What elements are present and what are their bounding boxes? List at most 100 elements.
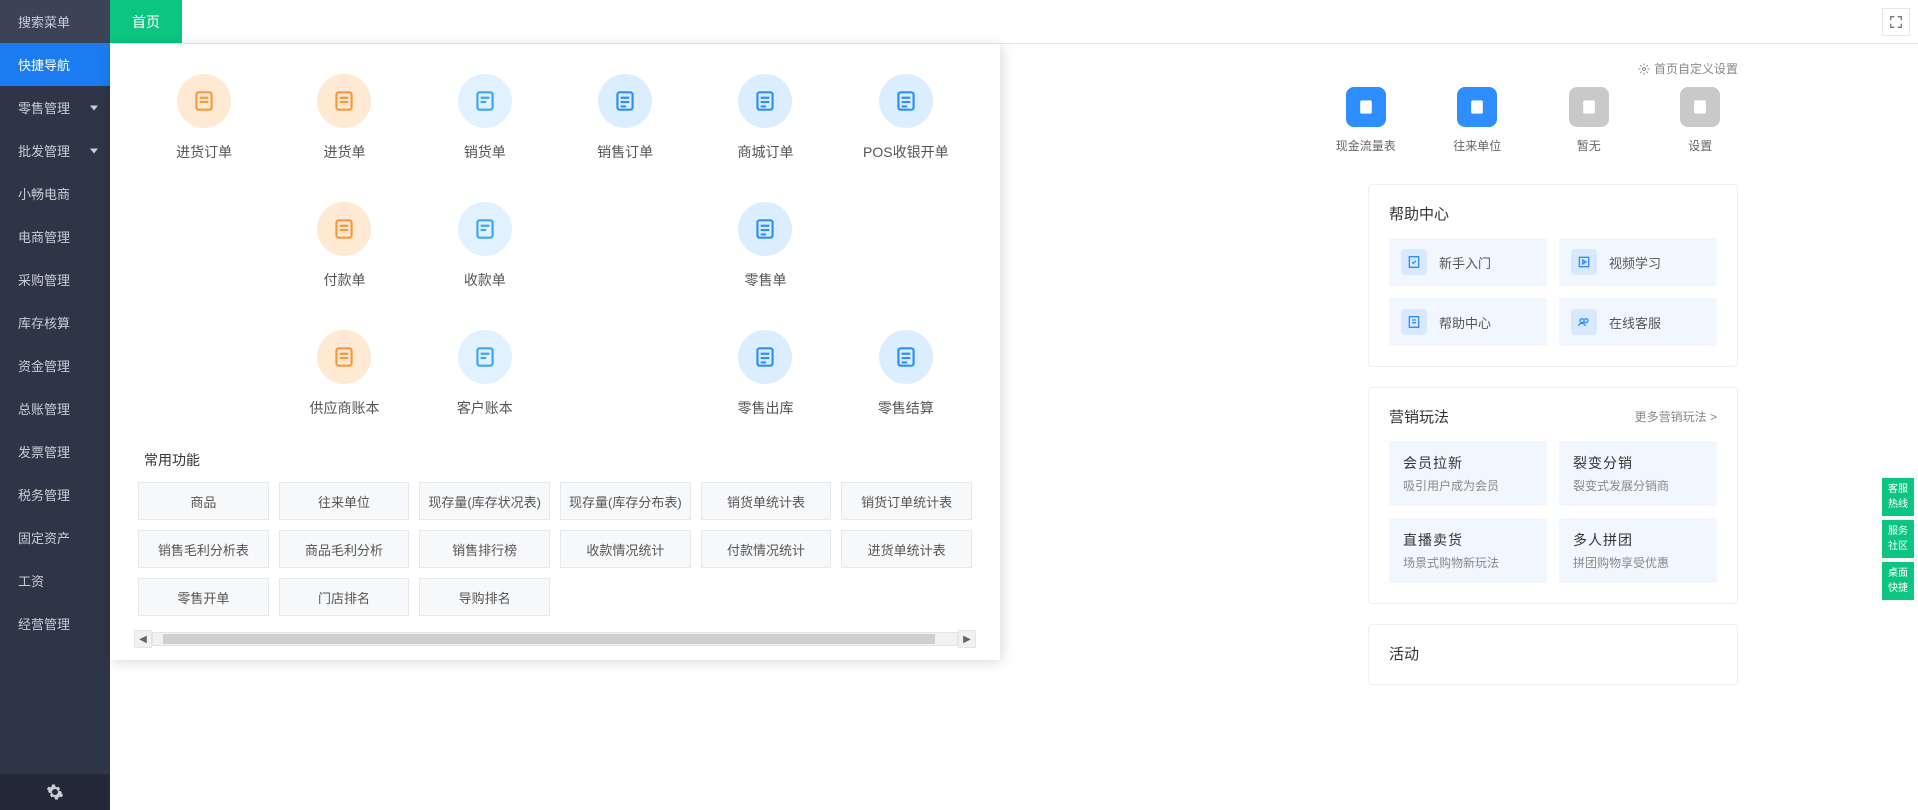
shortcut-设置[interactable]: 设置 — [1663, 87, 1739, 154]
promo-会员拉新[interactable]: 会员拉新吸引用户成为会员 — [1389, 441, 1547, 506]
document-icon — [738, 74, 792, 128]
side-float-客服热线[interactable]: 客服热线 — [1882, 478, 1914, 516]
sidebar-item-13[interactable]: 工资 — [0, 559, 110, 602]
sidebar-settings-button[interactable] — [0, 774, 110, 810]
promo-title: 营销玩法 更多营销玩法 — [1389, 406, 1717, 427]
flow-付款单[interactable]: 付款单 — [284, 202, 404, 290]
sidebar-item-0[interactable]: 搜索菜单 — [0, 0, 110, 43]
flow-销售订单[interactable]: 销售订单 — [565, 74, 685, 162]
fn-往来单位[interactable]: 往来单位 — [279, 482, 410, 520]
help-icon — [1571, 309, 1597, 335]
flow-label: 销货单 — [464, 142, 506, 162]
document-icon — [317, 74, 371, 128]
scroll-track[interactable] — [152, 632, 958, 646]
shortcut-icon — [1569, 87, 1609, 127]
sidebar-item-7[interactable]: 库存核算 — [0, 301, 110, 344]
homepage-config-label: 首页自定义设置 — [1654, 60, 1738, 77]
promo-item-title: 多人拼团 — [1573, 530, 1703, 550]
horizontal-scrollbar[interactable]: ◀ ▶ — [134, 630, 976, 648]
document-icon — [879, 330, 933, 384]
shortcut-现金流量表[interactable]: 现金流量表 — [1328, 87, 1404, 154]
fullscreen-icon — [1889, 15, 1903, 29]
sidebar-item-5[interactable]: 电商管理 — [0, 215, 110, 258]
scroll-thumb[interactable] — [163, 634, 935, 644]
fn-现存量(库存分布表)[interactable]: 现存量(库存分布表) — [560, 482, 691, 520]
sidebar-item-4[interactable]: 小畅电商 — [0, 172, 110, 215]
side-float-服务社区[interactable]: 服务社区 — [1882, 520, 1914, 558]
flow-商城订单[interactable]: 商城订单 — [705, 74, 825, 162]
activity-title: 活动 — [1389, 643, 1717, 664]
help-link-新手入门[interactable]: 新手入门 — [1389, 238, 1547, 286]
sidebar-item-12[interactable]: 固定资产 — [0, 516, 110, 559]
sidebar-item-2[interactable]: 零售管理 — [0, 86, 110, 129]
help-link-视频学习[interactable]: 视频学习 — [1559, 238, 1717, 286]
flow-label: POS收银开单 — [863, 142, 949, 162]
promo-item-title: 会员拉新 — [1403, 453, 1533, 473]
flow-零售单[interactable]: 零售单 — [705, 202, 825, 290]
sidebar-item-1[interactable]: 快捷导航 — [0, 43, 110, 86]
promo-item-title: 直播卖货 — [1403, 530, 1533, 550]
help-link-在线客服[interactable]: 在线客服 — [1559, 298, 1717, 346]
fn-导购排名[interactable]: 导购排名 — [419, 578, 550, 616]
flow-客户账本[interactable]: 客户账本 — [425, 330, 545, 418]
promo-more-link[interactable]: 更多营销玩法 — [1635, 408, 1717, 425]
flow-进货订单[interactable]: 进货订单 — [144, 74, 264, 162]
flow-零售结算[interactable]: 零售结算 — [846, 330, 966, 418]
fn-收款情况统计[interactable]: 收款情况统计 — [560, 530, 691, 568]
shortcut-往来单位[interactable]: 往来单位 — [1440, 87, 1516, 154]
fn-门店排名[interactable]: 门店排名 — [279, 578, 410, 616]
right-column: 首页自定义设置 现金流量表往来单位暂无设置 帮助中心 新手入门视频学习帮助中心在… — [1368, 60, 1738, 705]
sidebar-item-14[interactable]: 经营管理 — [0, 602, 110, 645]
flow-label: 零售单 — [744, 270, 786, 290]
flow-供应商账本[interactable]: 供应商账本 — [284, 330, 404, 418]
fn-零售开单[interactable]: 零售开单 — [138, 578, 269, 616]
flow-POS收银开单[interactable]: POS收银开单 — [846, 74, 966, 162]
tab-home[interactable]: 首页 — [110, 0, 182, 43]
promo-title-text: 营销玩法 — [1389, 406, 1449, 427]
shortcut-label: 暂无 — [1577, 137, 1601, 154]
flow-收款单[interactable]: 收款单 — [425, 202, 545, 290]
document-icon — [738, 330, 792, 384]
fn-进货单统计表[interactable]: 进货单统计表 — [841, 530, 972, 568]
fn-付款情况统计[interactable]: 付款情况统计 — [701, 530, 832, 568]
document-icon — [598, 74, 652, 128]
shortcut-label: 往来单位 — [1453, 137, 1501, 154]
flow-label: 付款单 — [323, 270, 365, 290]
homepage-config-link[interactable]: 首页自定义设置 — [1368, 60, 1738, 77]
shortcut-icon — [1346, 87, 1386, 127]
sidebar-item-8[interactable]: 资金管理 — [0, 344, 110, 387]
sidebar-item-3[interactable]: 批发管理 — [0, 129, 110, 172]
side-float-桌面快捷[interactable]: 桌面快捷 — [1882, 562, 1914, 600]
chevron-down-icon — [90, 148, 98, 153]
flow-diagram: 进货订单 进货单销货单 销售订单商城订单 POS收银开单付款单 收款单零售单供应商账本客… — [134, 74, 976, 418]
document-icon — [738, 202, 792, 256]
promo-直播卖货[interactable]: 直播卖货场景式购物新玩法 — [1389, 518, 1547, 583]
shortcut-暂无[interactable]: 暂无 — [1551, 87, 1627, 154]
fn-销货单统计表[interactable]: 销货单统计表 — [701, 482, 832, 520]
fn-销售排行榜[interactable]: 销售排行榜 — [419, 530, 550, 568]
quicknav-flyout: 进货订单 进货单销货单 销售订单商城订单 POS收银开单付款单 收款单零售单供应商账本客… — [110, 44, 1000, 660]
promo-裂变分销[interactable]: 裂变分销裂变式发展分销商 — [1559, 441, 1717, 506]
promo-item-title: 裂变分销 — [1573, 453, 1703, 473]
fn-商品[interactable]: 商品 — [138, 482, 269, 520]
help-link-帮助中心[interactable]: 帮助中心 — [1389, 298, 1547, 346]
sidebar-item-9[interactable]: 总账管理 — [0, 387, 110, 430]
sidebar-item-10[interactable]: 发票管理 — [0, 430, 110, 473]
flow-零售出库[interactable]: 零售出库 — [705, 330, 825, 418]
fn-现存量(库存状况表)[interactable]: 现存量(库存状况表) — [419, 482, 550, 520]
document-icon — [317, 202, 371, 256]
flow-进货单[interactable]: 进货单 — [284, 74, 404, 162]
fullscreen-button[interactable] — [1882, 8, 1910, 36]
scroll-right-button[interactable]: ▶ — [958, 630, 976, 648]
fn-销售毛利分析表[interactable]: 销售毛利分析表 — [138, 530, 269, 568]
flow-销货单[interactable]: 销货单 — [425, 74, 545, 162]
fn-销货订单统计表[interactable]: 销货订单统计表 — [841, 482, 972, 520]
promo-多人拼团[interactable]: 多人拼团拼团购物享受优惠 — [1559, 518, 1717, 583]
flow-label: 进货订单 — [176, 142, 232, 162]
fn-商品毛利分析[interactable]: 商品毛利分析 — [279, 530, 410, 568]
document-icon — [317, 330, 371, 384]
sidebar-item-6[interactable]: 采购管理 — [0, 258, 110, 301]
sidebar-item-11[interactable]: 税务管理 — [0, 473, 110, 516]
side-float-buttons: 客服热线服务社区桌面快捷 — [1882, 478, 1914, 600]
scroll-left-button[interactable]: ◀ — [134, 630, 152, 648]
